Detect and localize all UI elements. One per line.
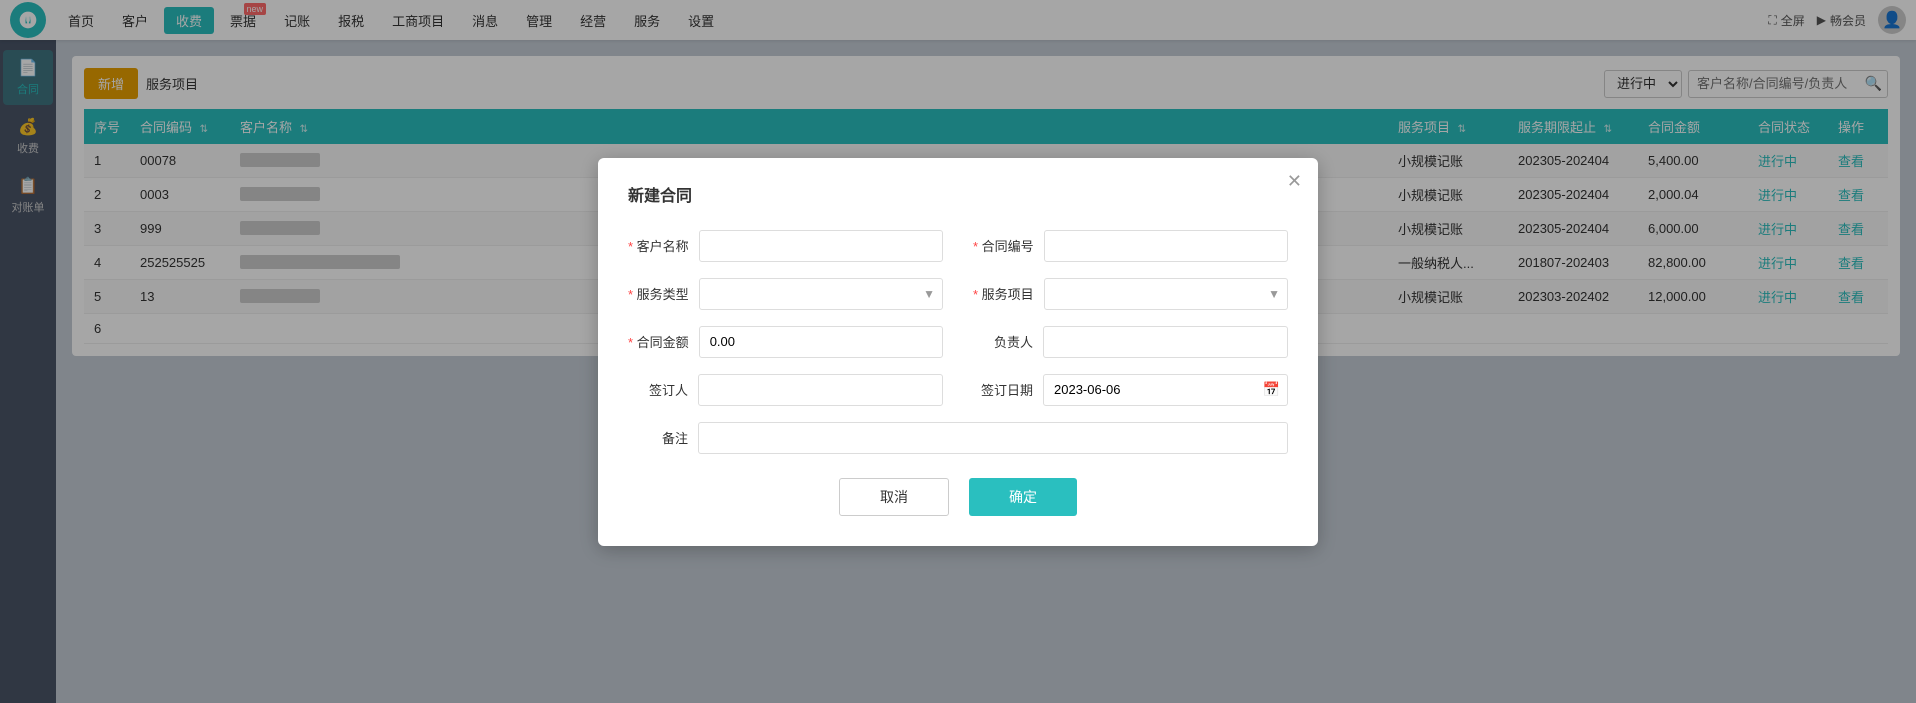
field-remark: 备注 [628,422,1288,454]
label-signer: 签订人 [628,380,688,399]
label-service-item: 服务项目 [973,284,1034,303]
field-amount: 合同金额 [628,326,943,358]
label-sign-date: 签订日期 [973,380,1033,399]
modal-title: 新建合同 [628,182,1288,206]
calendar-icon[interactable]: 📅 [1263,381,1280,398]
field-responsible: 负责人 [973,326,1288,358]
label-amount: 合同金额 [628,332,689,351]
select-service-type[interactable] [699,278,943,310]
field-sign-date: 签订日期 📅 [973,374,1288,406]
input-responsible[interactable] [1043,326,1288,358]
field-signer: 签订人 [628,374,943,406]
input-signer[interactable] [698,374,943,406]
modal-close-button[interactable]: ✕ [1287,172,1302,190]
input-contract-no[interactable] [1044,230,1288,262]
main-layout: 📄 合同 💰 收费 📋 对账单 新增 服务项目 进行中 已完成 已终止 [0,40,1916,703]
field-service-type: 服务类型 ▼ [628,278,943,310]
modal-overlay: 新建合同 ✕ 客户名称 合同编号 服务类型 [56,40,1916,703]
cancel-button[interactable]: 取消 [839,478,949,516]
service-item-wrapper: ▼ [1044,278,1288,310]
label-service-type: 服务类型 [628,284,689,303]
service-type-wrapper: ▼ [699,278,943,310]
confirm-button[interactable]: 确定 [969,478,1077,516]
select-service-item[interactable] [1044,278,1288,310]
date-wrapper: 📅 [1043,374,1288,406]
field-customer-name: 客户名称 [628,230,943,262]
input-customer-name[interactable] [699,230,943,262]
form-grid: 客户名称 合同编号 服务类型 ▼ [628,230,1288,454]
label-responsible: 负责人 [973,332,1033,351]
modal-new-contract: 新建合同 ✕ 客户名称 合同编号 服务类型 [598,158,1318,546]
label-remark: 备注 [628,428,688,447]
input-remark[interactable] [698,422,1288,454]
label-customer-name: 客户名称 [628,236,689,255]
label-contract-no: 合同编号 [973,236,1034,255]
field-service-item: 服务项目 ▼ [973,278,1288,310]
modal-actions: 取消 确定 [628,478,1288,516]
input-sign-date[interactable] [1043,374,1288,406]
content-area: 新增 服务项目 进行中 已完成 已终止 🔍 [56,40,1916,703]
input-amount[interactable] [699,326,943,358]
field-contract-no: 合同编号 [973,230,1288,262]
